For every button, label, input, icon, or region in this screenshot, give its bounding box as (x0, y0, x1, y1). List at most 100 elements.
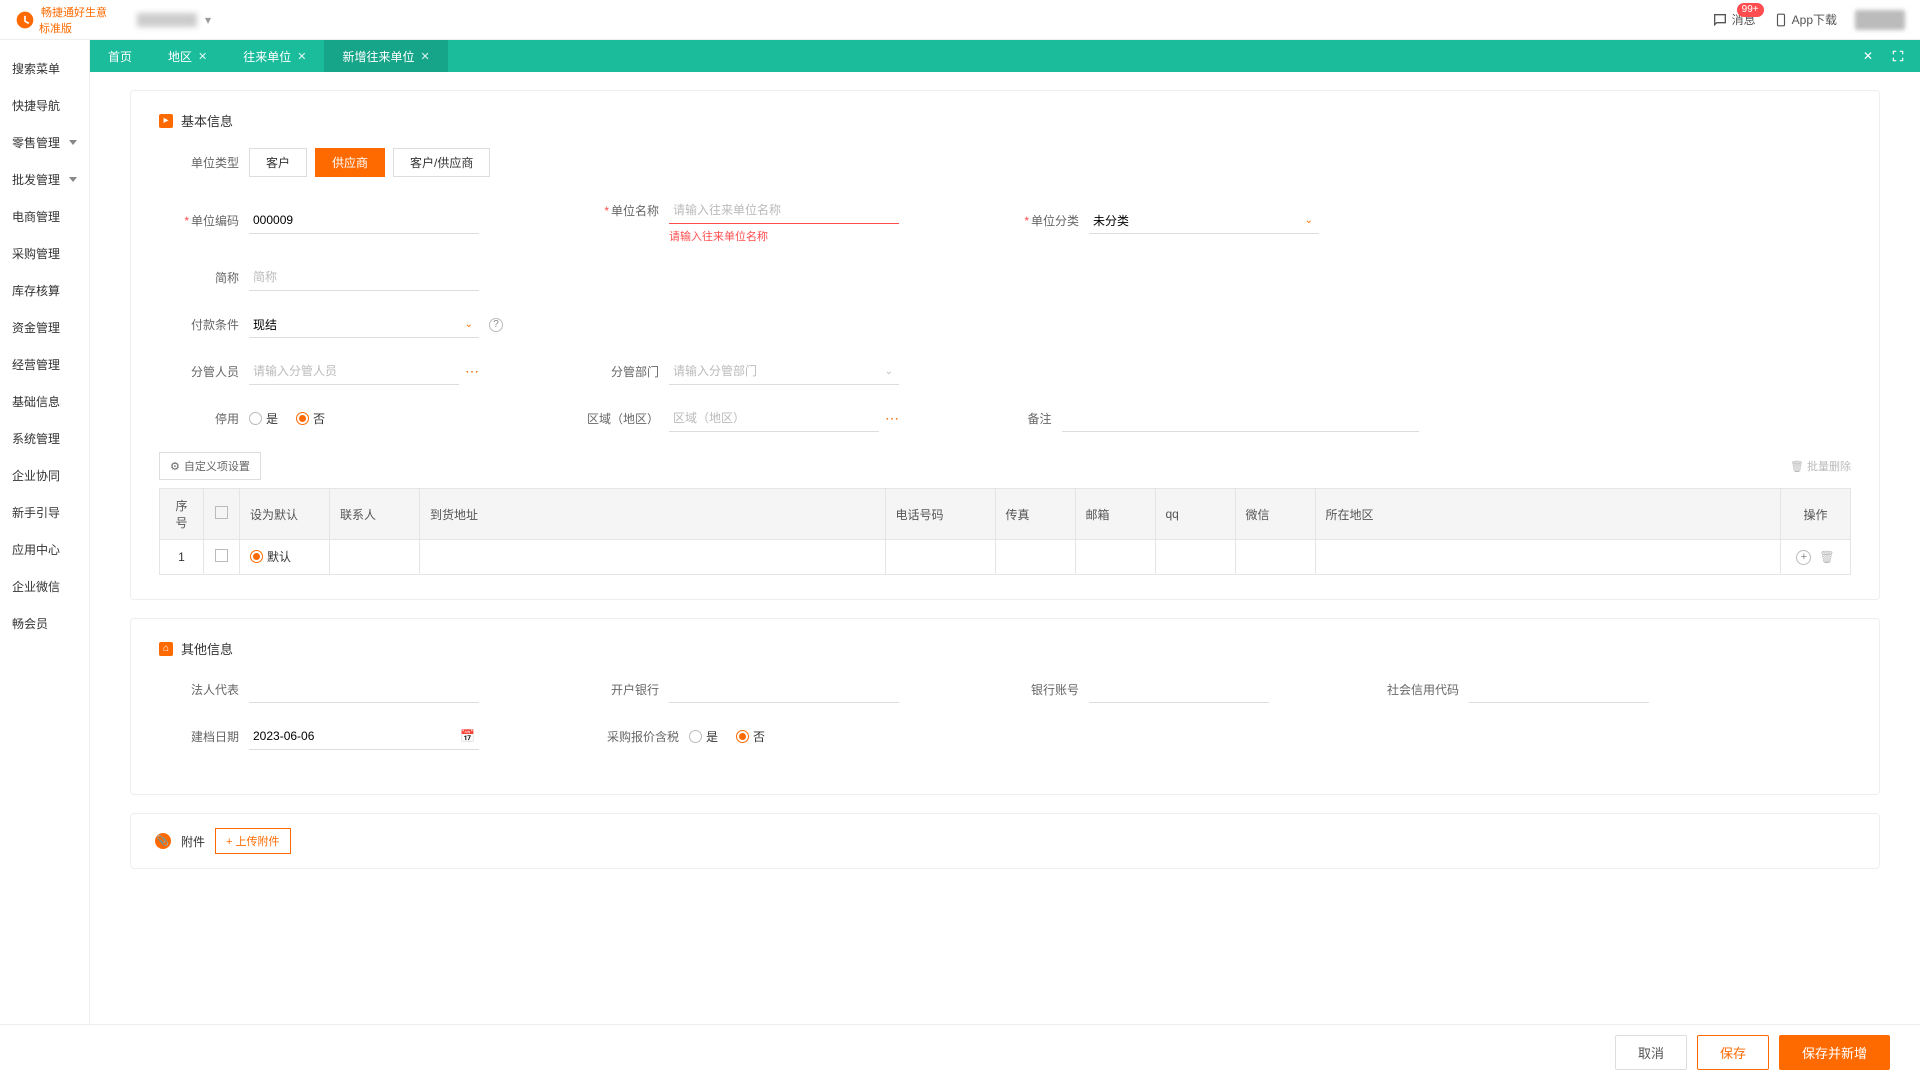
other-info-section: ⌂ 其他信息 法人代表 开户银行 银行账号 (130, 618, 1880, 795)
sidebar-item-14[interactable]: 企业微信 (0, 568, 89, 605)
unit-code-input[interactable] (249, 207, 479, 234)
sidebar-item-2[interactable]: 零售管理 (0, 124, 89, 161)
sidebar-item-6[interactable]: 库存核算 (0, 272, 89, 309)
disable-no-radio[interactable]: 否 (296, 410, 325, 427)
help-icon[interactable]: ? (489, 318, 503, 332)
row-checkbox[interactable] (215, 549, 228, 562)
save-and-new-button[interactable]: 保存并新增 (1779, 1035, 1890, 1070)
unit-code-label: 单位编码 (159, 212, 239, 229)
pay-terms-select[interactable] (249, 311, 479, 338)
sidebar-item-9[interactable]: 基础信息 (0, 383, 89, 420)
cell-contact[interactable] (330, 540, 420, 575)
sidebar-item-10[interactable]: 系统管理 (0, 420, 89, 457)
sidebar-item-8[interactable]: 经营管理 (0, 346, 89, 383)
filedate-input[interactable] (249, 723, 479, 750)
account-input[interactable] (1089, 676, 1269, 703)
bank-input[interactable] (669, 676, 899, 703)
table-header: 操作 (1781, 489, 1851, 540)
close-all-tabs-icon[interactable]: ✕ (1858, 46, 1878, 66)
table-header (204, 489, 240, 540)
more-icon[interactable]: ⋯ (885, 410, 900, 427)
download-label: App下载 (1792, 11, 1837, 28)
unit-type-option-2[interactable]: 客户/供应商 (393, 148, 490, 177)
tab-1[interactable]: 地区✕ (150, 40, 225, 72)
attachment-icon: 📎 (155, 833, 171, 849)
fullscreen-icon[interactable] (1888, 46, 1908, 66)
bank-label: 开户银行 (579, 681, 659, 698)
tab-3[interactable]: 新增往来单位✕ (324, 40, 447, 72)
table-header: 微信 (1235, 489, 1315, 540)
cell-address[interactable] (420, 540, 886, 575)
remark-input[interactable] (1062, 405, 1419, 432)
unit-name-error: 请输入往来单位名称 (669, 228, 768, 244)
messages-button[interactable]: 消息 99+ (1712, 11, 1756, 28)
cell-fax[interactable] (995, 540, 1075, 575)
sidebar-item-5[interactable]: 采购管理 (0, 235, 89, 272)
table-header: 所在地区 (1315, 489, 1781, 540)
cell-phone[interactable] (885, 540, 995, 575)
disable-yes-radio[interactable]: 是 (249, 410, 278, 427)
sidebar-item-7[interactable]: 资金管理 (0, 309, 89, 346)
brand-name: 畅捷通好生意 (41, 4, 107, 20)
section-icon: ⌂ (159, 642, 173, 656)
table-header: 邮箱 (1075, 489, 1155, 540)
company-selector[interactable]: ▾ (137, 13, 317, 27)
sidebar-item-4[interactable]: 电商管理 (0, 198, 89, 235)
cell-wechat[interactable] (1235, 540, 1315, 575)
credit-label: 社会信用代码 (1359, 681, 1459, 698)
row-default-radio[interactable]: 默认 (250, 548, 291, 565)
tab-close-icon[interactable]: ✕ (198, 50, 207, 63)
sidebar-item-1[interactable]: 快捷导航 (0, 87, 89, 124)
unit-type-option-0[interactable]: 客户 (249, 148, 307, 177)
section-icon: ▸ (159, 114, 173, 128)
manager-input[interactable] (249, 358, 459, 385)
select-all-checkbox[interactable] (215, 506, 228, 519)
region-input[interactable] (669, 405, 879, 432)
tab-0[interactable]: 首页 (90, 40, 150, 72)
section-title: 基本信息 (181, 111, 233, 130)
dept-select[interactable] (669, 358, 899, 385)
upload-attachment-button[interactable]: + 上传附件 (215, 828, 290, 854)
abbr-input[interactable] (249, 264, 479, 291)
delete-row-icon[interactable]: 🗑 (1819, 550, 1834, 565)
app-download-button[interactable]: App下载 (1774, 11, 1837, 28)
tax-yes-radio[interactable]: 是 (689, 728, 718, 745)
tab-close-icon[interactable]: ✕ (421, 50, 430, 63)
cancel-button[interactable]: 取消 (1615, 1035, 1687, 1070)
more-icon[interactable]: ⋯ (465, 363, 480, 380)
unit-type-option-1[interactable]: 供应商 (315, 148, 385, 177)
sidebar-item-11[interactable]: 企业协同 (0, 457, 89, 494)
unit-class-select[interactable] (1089, 207, 1319, 234)
user-avatar[interactable] (1855, 10, 1905, 30)
disable-label: 停用 (159, 410, 239, 427)
table-header: 传真 (995, 489, 1075, 540)
contacts-table: 序号设为默认联系人到货地址电话号码传真邮箱qq微信所在地区操作 1 默认 (159, 488, 1851, 575)
sidebar-item-13[interactable]: 应用中心 (0, 531, 89, 568)
save-button[interactable]: 保存 (1697, 1035, 1769, 1070)
sidebar-item-12[interactable]: 新手引导 (0, 494, 89, 531)
row-seq: 1 (160, 540, 204, 575)
top-bar: 畅捷通好生意 标准版 ▾ 消息 99+ App下载 (0, 0, 1920, 40)
caret-icon (69, 177, 77, 182)
unit-name-input[interactable] (669, 197, 899, 224)
sidebar-item-3[interactable]: 批发管理 (0, 161, 89, 198)
messages-badge: 99+ (1737, 3, 1764, 17)
tax-no-radio[interactable]: 否 (736, 728, 765, 745)
attachment-label: 附件 (181, 833, 205, 850)
add-row-icon[interactable]: + (1796, 550, 1811, 565)
batch-delete-button[interactable]: 🗑 批量删除 (1790, 458, 1851, 474)
abbr-label: 简称 (159, 269, 239, 286)
cell-qq[interactable] (1155, 540, 1235, 575)
sidebar-item-0[interactable]: 搜索菜单 (0, 50, 89, 87)
sidebar-item-15[interactable]: 畅会员 (0, 605, 89, 642)
logo-icon (15, 10, 35, 30)
credit-input[interactable] (1469, 676, 1649, 703)
tab-close-icon[interactable]: ✕ (297, 50, 306, 63)
dept-label: 分管部门 (579, 363, 659, 380)
cell-email[interactable] (1075, 540, 1155, 575)
custom-fields-button[interactable]: ⚙ 自定义项设置 (159, 452, 261, 480)
table-header: 设为默认 (240, 489, 330, 540)
cell-region[interactable] (1315, 540, 1781, 575)
tab-2[interactable]: 往来单位✕ (225, 40, 324, 72)
legal-input[interactable] (249, 676, 479, 703)
